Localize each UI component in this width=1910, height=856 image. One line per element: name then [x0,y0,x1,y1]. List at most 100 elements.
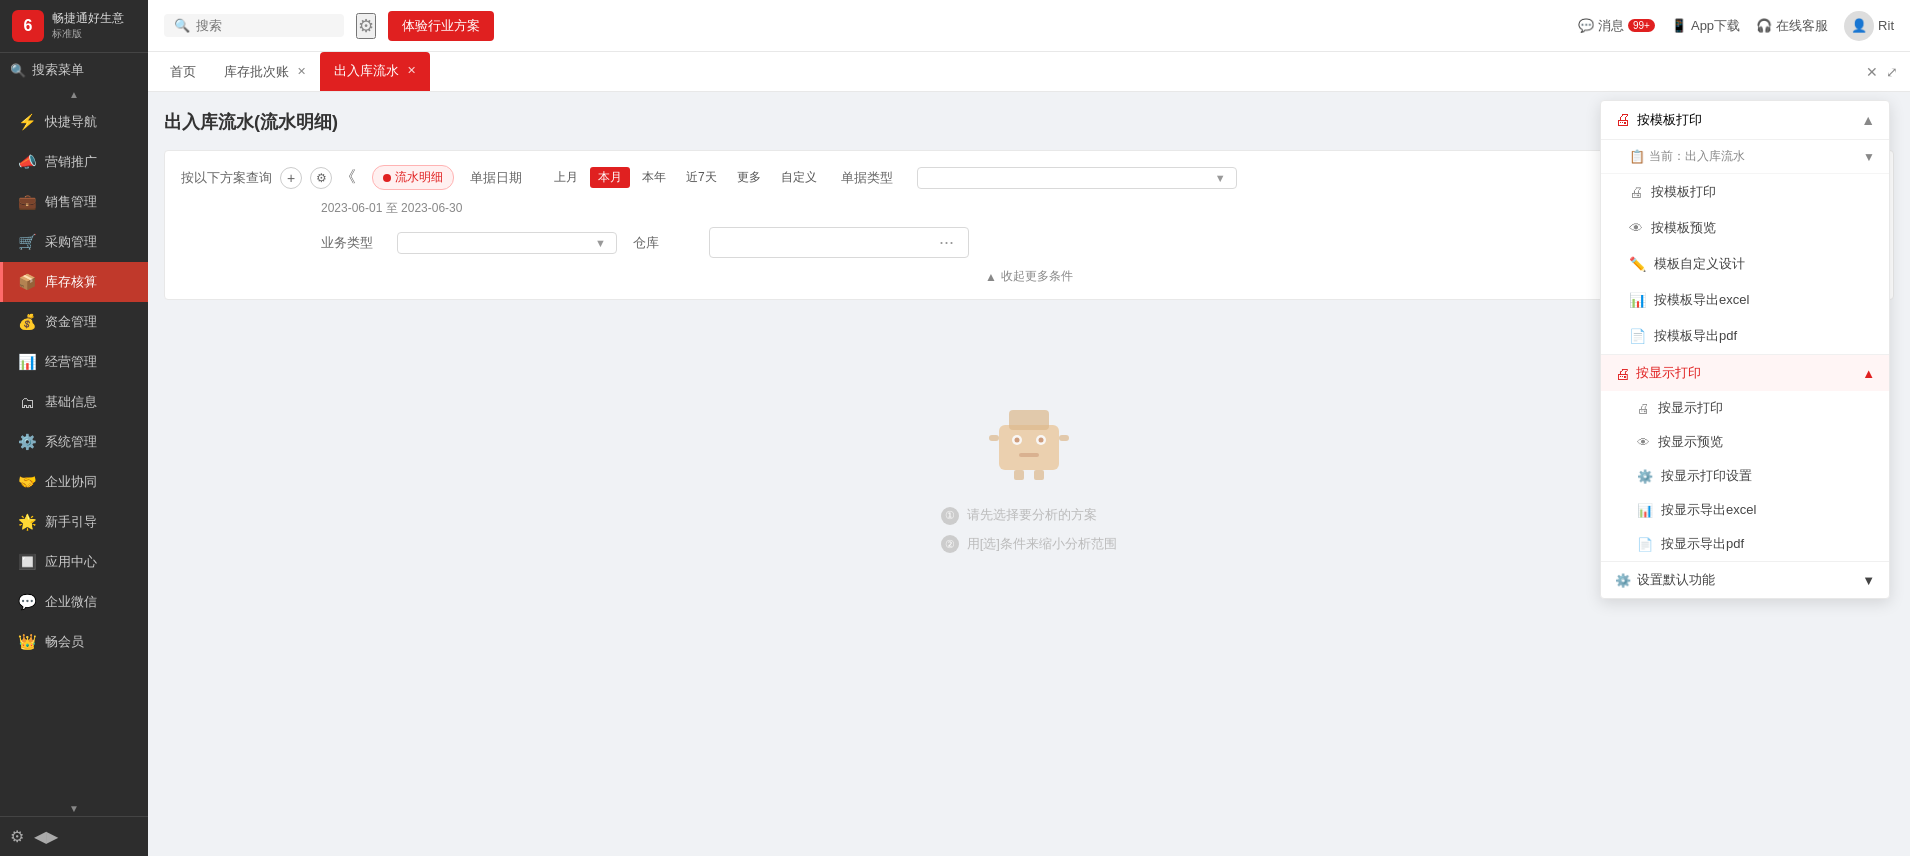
dropdown-item-template-custom[interactable]: ✏️ 模板自定义设计 [1601,246,1889,282]
date-label: 单据日期 [470,169,530,187]
topbar-search-input[interactable] [196,18,316,33]
sidebar-nav: ⚡ 快捷导航 📣 营销推广 💼 销售管理 🛒 采购管理 📦 库存核算 💰 资金管… [0,102,148,801]
sidebar-search-menu[interactable]: 🔍 搜索菜单 [0,53,148,87]
sidebar-item-kucun[interactable]: 📦 库存核算 [0,262,148,302]
scroll-up-btn[interactable]: ▲ [69,89,79,100]
sidebar-item-xiezuo[interactable]: 🤝 企业协同 [0,462,148,502]
date-tab-this-year[interactable]: 本年 [634,167,674,188]
sidebar-item-label-xiaoshou: 销售管理 [45,193,134,211]
footer-label: 设置默认功能 [1637,571,1715,589]
dropdown-item-template-preview[interactable]: 👁 按模板预览 [1601,210,1889,246]
date-tab-this-month[interactable]: 本月 [590,167,630,188]
svg-point-4 [1015,438,1020,443]
sidebar-item-xiaoshou[interactable]: 💼 销售管理 [0,182,148,222]
voucher-type-arrow: ▼ [1215,172,1226,184]
svg-rect-10 [1034,470,1044,480]
user-avatar-img: 👤 [1851,18,1867,33]
sidebar-item-yingyong[interactable]: 🔲 应用中心 [0,542,148,582]
sidebar-item-weixin[interactable]: 💬 企业微信 [0,582,148,622]
online-service-btn[interactable]: 🎧 在线客服 [1756,17,1828,35]
sidebar-item-xinshou[interactable]: 🌟 新手引导 [0,502,148,542]
sidebar-scroll-up[interactable]: ▲ [0,87,148,102]
xiaoshou-icon: 💼 [17,193,37,211]
voucher-type-select[interactable]: ▼ [917,167,1237,189]
collapse-more-btn[interactable]: ▲ 收起更多条件 [985,268,1073,285]
message-btn[interactable]: 💬 消息 99+ [1578,17,1655,35]
sidebar-item-huiyuan[interactable]: 👑 畅会员 [0,622,148,662]
template-pdf-icon: 📄 [1629,328,1646,344]
current-template-info: 📋 当前：出入库流水 [1629,148,1745,165]
kucun-icon: 📦 [17,273,37,291]
trial-industry-btn[interactable]: 体验行业方案 [388,11,494,41]
dropdown-item-template-print[interactable]: 🖨 按模板打印 [1601,174,1889,210]
dropdown-item-template-excel[interactable]: 📊 按模板导出excel [1601,282,1889,318]
sidebar-item-jingying[interactable]: 📊 经营管理 [0,342,148,382]
warehouse-select[interactable]: ··· [709,227,969,258]
sidebar-item-label-caigou: 采购管理 [45,233,134,251]
tip-num-1: ① [941,507,959,525]
sidebar-footer: ⚙ ◀▶ [0,816,148,856]
template-print-item-label: 按模板打印 [1651,183,1716,201]
sidebar: 6 畅捷通好生意 标准版 🔍 搜索菜单 ▲ ⚡ 快捷导航 📣 营销推广 💼 销售… [0,0,148,856]
collapse-sidebar-icon[interactable]: ◀▶ [34,827,58,846]
sidebar-item-jichu[interactable]: 🗂 基础信息 [0,382,148,422]
window-expand-btn[interactable]: ⤢ [1886,64,1898,80]
warehouse-more-btn[interactable]: ··· [935,232,958,253]
sidebar-item-kuaijie[interactable]: ⚡ 快捷导航 [0,102,148,142]
app-download-btn[interactable]: 📱 App下载 [1671,17,1740,35]
empty-tip-2: ② 用[选]条件来缩小分析范围 [941,535,1117,554]
section-2-icon: 🖨 [1615,365,1630,382]
tab-flow[interactable]: 出入库流水 ✕ [320,52,430,91]
empty-tips: ① 请先选择要分析的方案 ② 用[选]条件来缩小分析范围 [941,506,1117,557]
dropdown-item-display-excel[interactable]: 📊 按显示导出excel [1601,493,1889,527]
dropdown-item-template-pdf[interactable]: 📄 按模板导出pdf [1601,318,1889,354]
xiezuo-icon: 🤝 [17,473,37,491]
dropdown-footer[interactable]: ⚙️ 设置默认功能 ▼ [1601,561,1889,598]
filter-add-btn[interactable]: + [280,167,302,189]
filter-collapse-btn[interactable]: 《 [340,167,356,188]
display-preview-icon: 👁 [1637,435,1650,450]
date-tab-last-month[interactable]: 上月 [546,167,586,188]
sidebar-item-label-yingyong: 应用中心 [45,553,134,571]
window-close-btn[interactable]: ✕ [1866,64,1878,80]
tab-batch-close[interactable]: ✕ [297,65,306,78]
dropdown-item-display-print[interactable]: 🖨 按显示打印 [1601,391,1889,425]
sidebar-scroll-down[interactable]: ▼ [0,801,148,816]
mobile-icon: 📱 [1671,18,1687,33]
sidebar-item-yingxiao[interactable]: 📣 营销推广 [0,142,148,182]
tab-home-label: 首页 [170,63,196,81]
scroll-down-btn[interactable]: ▼ [69,803,79,814]
active-filter-tag[interactable]: 流水明细 [372,165,454,190]
date-tab-custom[interactable]: 自定义 [773,167,825,188]
date-tab-more[interactable]: 更多 [729,167,769,188]
display-settings-item-label: 按显示打印设置 [1661,467,1752,485]
jichu-icon: 🗂 [17,394,37,411]
sidebar-item-xitong[interactable]: ⚙️ 系统管理 [0,422,148,462]
svg-rect-6 [1019,453,1039,457]
svg-rect-8 [1059,435,1069,441]
dropdown-collapse-btn[interactable]: ▲ [1861,112,1875,128]
tab-flow-close[interactable]: ✕ [407,64,416,77]
app-download-label: App下载 [1691,17,1740,35]
biz-type-label: 业务类型 [321,234,381,252]
topbar-settings-btn[interactable]: ⚙ [356,13,376,39]
dropdown-item-display-pdf[interactable]: 📄 按显示导出pdf [1601,527,1889,561]
date-tab-7days[interactable]: 近7天 [678,167,725,188]
tab-batch[interactable]: 库存批次账 ✕ [210,52,320,91]
user-avatar-area[interactable]: 👤 Rit [1844,11,1894,41]
biz-type-select[interactable]: ▼ [397,232,617,254]
filter-query-label: 按以下方案查询 [181,169,272,187]
dropdown-section-2-header[interactable]: 🖨 按显示打印 ▲ [1601,355,1889,391]
settings-footer-icon[interactable]: ⚙ [10,827,24,846]
display-print-item-label: 按显示打印 [1658,399,1723,417]
sidebar-item-caigou[interactable]: 🛒 采购管理 [0,222,148,262]
tab-home[interactable]: 首页 [156,52,210,91]
filter-config-btn[interactable]: ⚙ [310,167,332,189]
dropdown-section-2: 🖨 按显示打印 ▲ 🖨 按显示打印 👁 按显示预览 ⚙️ 按显示打印设置 📊 按… [1601,354,1889,561]
topbar-search-box[interactable]: 🔍 [164,14,344,37]
sidebar-item-zijin[interactable]: 💰 资金管理 [0,302,148,342]
dropdown-item-display-preview[interactable]: 👁 按显示预览 [1601,425,1889,459]
dropdown-item-display-settings[interactable]: ⚙️ 按显示打印设置 [1601,459,1889,493]
current-template-label: 当前：出入库流水 [1649,148,1745,165]
svg-rect-1 [1009,410,1049,430]
